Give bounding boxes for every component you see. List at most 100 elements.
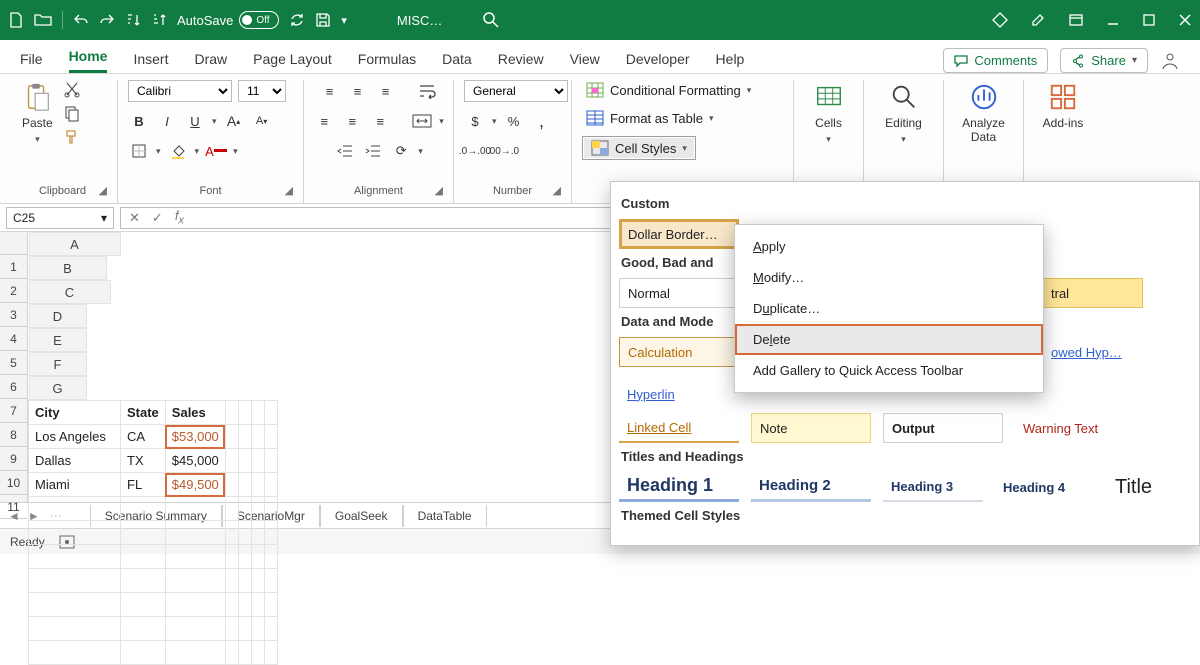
- underline-button[interactable]: U: [184, 110, 206, 132]
- align-bottom-icon[interactable]: ≡: [375, 80, 397, 102]
- redo-icon[interactable]: [99, 12, 115, 28]
- align-middle-icon[interactable]: ≡: [347, 80, 369, 102]
- maximize-icon[interactable]: [1142, 13, 1156, 27]
- editing-button[interactable]: Editing▾: [874, 80, 933, 147]
- style-note[interactable]: Note: [751, 413, 871, 443]
- copy-icon[interactable]: [63, 104, 81, 122]
- merge-center-icon[interactable]: [411, 110, 433, 132]
- format-as-table-button[interactable]: Format as Table▾: [582, 108, 718, 128]
- style-hyperlink[interactable]: Hyperlin: [619, 379, 679, 409]
- tab-developer[interactable]: Developer: [626, 45, 690, 73]
- align-top-icon[interactable]: ≡: [319, 80, 341, 102]
- cell-styles-button[interactable]: Cell Styles▾: [582, 136, 696, 160]
- accounting-format-icon[interactable]: $: [464, 110, 486, 132]
- sort-asc-icon[interactable]: [125, 12, 141, 28]
- style-dollar-border[interactable]: Dollar Border…: [619, 219, 739, 249]
- style-neutral[interactable]: tral: [1043, 278, 1143, 308]
- style-heading-3[interactable]: Heading 3: [883, 472, 983, 502]
- style-calculation[interactable]: Calculation: [619, 337, 739, 367]
- style-output[interactable]: Output: [883, 413, 1003, 443]
- autosave-toggle[interactable]: AutoSave Off: [177, 11, 279, 29]
- borders-icon[interactable]: [128, 140, 150, 162]
- increase-decimal-icon[interactable]: .0→.00: [464, 140, 486, 162]
- cut-icon[interactable]: [63, 80, 81, 98]
- fx-icon[interactable]: fx: [175, 208, 184, 227]
- account-icon[interactable]: [1160, 51, 1180, 71]
- cancel-formula-icon[interactable]: ✕: [129, 210, 140, 226]
- ctx-apply[interactable]: Apply: [735, 231, 1043, 262]
- paste-button[interactable]: Paste▾: [18, 80, 57, 147]
- column-headers[interactable]: A B C D E F G: [29, 232, 278, 401]
- font-size-select[interactable]: 11: [238, 80, 286, 102]
- align-right-icon[interactable]: ≡: [369, 110, 391, 132]
- sheet-table[interactable]: A B C D E F G CityStateSales Los Angeles…: [28, 232, 278, 665]
- tab-formulas[interactable]: Formulas: [358, 45, 416, 73]
- font-name-select[interactable]: Calibri: [128, 80, 232, 102]
- search-icon[interactable]: [482, 11, 500, 29]
- style-heading-2[interactable]: Heading 2: [751, 472, 871, 502]
- style-title[interactable]: Title: [1107, 472, 1157, 502]
- decrease-font-icon[interactable]: A▾: [251, 110, 273, 132]
- sheet-tab[interactable]: GoalSeek: [320, 505, 403, 527]
- tab-data[interactable]: Data: [442, 45, 472, 73]
- ctx-delete[interactable]: Delete: [735, 324, 1043, 355]
- decrease-decimal-icon[interactable]: .00→.0: [492, 140, 514, 162]
- tab-help[interactable]: Help: [716, 45, 745, 73]
- ctx-modify[interactable]: Modify…: [735, 262, 1043, 293]
- style-followed-hyperlink[interactable]: owed Hyp…: [1043, 337, 1135, 367]
- diamond-icon[interactable]: [992, 12, 1008, 28]
- minimize-icon[interactable]: [1106, 13, 1120, 27]
- style-heading-1[interactable]: Heading 1: [619, 472, 739, 502]
- save-icon[interactable]: [315, 12, 331, 28]
- bold-button[interactable]: B: [128, 110, 150, 132]
- name-box[interactable]: C25▾: [6, 207, 114, 229]
- decrease-indent-icon[interactable]: [334, 140, 356, 162]
- alignment-dialog-launcher-icon[interactable]: ◢: [435, 184, 443, 197]
- new-file-icon[interactable]: [8, 12, 24, 28]
- style-linked-cell[interactable]: Linked Cell: [619, 413, 739, 443]
- tab-page-layout[interactable]: Page Layout: [253, 45, 332, 73]
- sync-icon[interactable]: [289, 12, 305, 28]
- fill-color-icon[interactable]: [167, 140, 189, 162]
- cells-button[interactable]: Cells▾: [804, 80, 853, 147]
- conditional-formatting-button[interactable]: Conditional Formatting▾: [582, 80, 755, 100]
- orientation-icon[interactable]: ⟳: [390, 140, 412, 162]
- style-warning-text[interactable]: Warning Text: [1015, 413, 1135, 443]
- ctx-add-to-qat[interactable]: Add Gallery to Quick Access Toolbar: [735, 355, 1043, 386]
- row-headers[interactable]: 1234567891011: [0, 232, 28, 502]
- sort-desc-icon[interactable]: [151, 12, 167, 28]
- clipboard-dialog-launcher-icon[interactable]: ◢: [99, 184, 107, 197]
- analyze-data-button[interactable]: Analyze Data: [954, 80, 1013, 146]
- sheet-nav-prev-icon[interactable]: ◄: [8, 509, 20, 523]
- style-heading-4[interactable]: Heading 4: [995, 472, 1095, 502]
- wrap-text-icon[interactable]: [417, 80, 439, 102]
- tab-draw[interactable]: Draw: [194, 45, 227, 73]
- tab-home[interactable]: Home: [69, 42, 108, 73]
- number-dialog-launcher-icon[interactable]: ◢: [553, 184, 561, 197]
- tab-file[interactable]: File: [20, 45, 43, 73]
- font-color-icon[interactable]: A: [205, 140, 227, 162]
- italic-button[interactable]: I: [156, 110, 178, 132]
- addins-button[interactable]: Add-ins: [1034, 80, 1092, 132]
- font-dialog-launcher-icon[interactable]: ◢: [285, 184, 293, 197]
- ctx-duplicate[interactable]: Duplicate…: [735, 293, 1043, 324]
- tab-insert[interactable]: Insert: [133, 45, 168, 73]
- ribbon-mode-icon[interactable]: [1068, 12, 1084, 28]
- close-icon[interactable]: [1178, 13, 1192, 27]
- undo-icon[interactable]: [73, 12, 89, 28]
- align-center-icon[interactable]: ≡: [341, 110, 363, 132]
- number-format-select[interactable]: General: [464, 80, 568, 102]
- comments-button[interactable]: Comments: [943, 48, 1048, 73]
- qat-more-icon[interactable]: ▾: [341, 14, 347, 27]
- format-painter-icon[interactable]: [63, 128, 81, 146]
- share-button[interactable]: Share▾: [1060, 48, 1148, 73]
- open-file-icon[interactable]: [34, 12, 52, 28]
- enter-formula-icon[interactable]: ✓: [152, 210, 163, 226]
- align-left-icon[interactable]: ≡: [313, 110, 335, 132]
- comma-format-icon[interactable]: ,: [531, 110, 553, 132]
- select-all-corner[interactable]: [0, 232, 27, 255]
- increase-indent-icon[interactable]: [362, 140, 384, 162]
- brush-icon[interactable]: [1030, 12, 1046, 28]
- percent-format-icon[interactable]: %: [503, 110, 525, 132]
- sheet-tab[interactable]: DataTable: [403, 505, 487, 527]
